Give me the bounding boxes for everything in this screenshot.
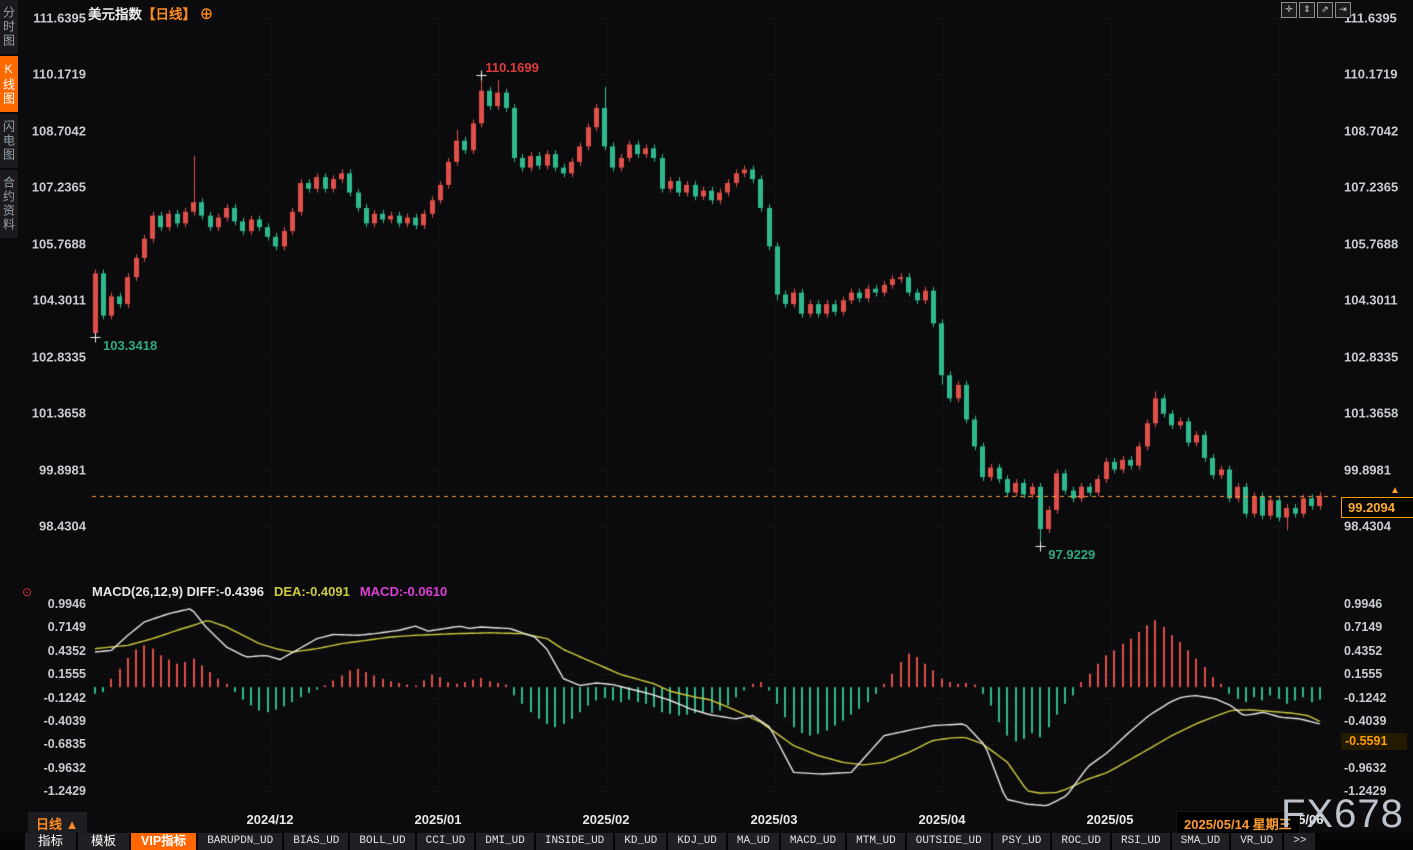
price-axis-tick: 99.8981 (1344, 462, 1413, 477)
macd-settings-icon[interactable]: ⊙ (22, 585, 32, 599)
time-axis-label: 2025/03 (729, 812, 819, 827)
price-axis-tick: 110.1719 (1344, 67, 1413, 82)
sidebar-item-合约资料[interactable]: 合约资料 (0, 170, 18, 238)
price-axis-tick: 111.6395 (1344, 11, 1413, 26)
jump-to-latest-icon[interactable]: ⇥ (1335, 2, 1351, 18)
price-axis-tick: 104.3011 (14, 293, 86, 308)
toolbar-item-CCI_UD[interactable]: CCI_UD (417, 833, 475, 850)
toolbar-item-KDJ_UD[interactable]: KDJ_UD (668, 833, 726, 850)
axis-scale-icon[interactable]: ⇕ (1299, 2, 1315, 18)
price-axis-tick: 108.7042 (1344, 123, 1413, 138)
chart-canvas[interactable] (0, 0, 1413, 850)
auto-scale-icon[interactable]: ⇗ (1317, 2, 1333, 18)
macd-axis-tick: 0.9946 (14, 597, 86, 611)
macd-axis-tick: 0.1555 (14, 667, 86, 681)
period-selector[interactable]: 日线 ▲ (28, 812, 87, 835)
macd-axis-tick: 0.1555 (1344, 667, 1413, 681)
toolbar-item-BARUPDN_UD[interactable]: BARUPDN_UD (198, 833, 282, 850)
toolbar-item-BOLL_UD[interactable]: BOLL_UD (350, 833, 414, 850)
macd-axis-tick: -0.1242 (14, 691, 86, 705)
extreme-annotation: 103.3418 (103, 338, 157, 353)
price-axis-tick: 101.3658 (14, 406, 86, 421)
price-axis-tick: 98.4304 (1344, 519, 1413, 534)
toolbar-item-指标[interactable]: 指标 (25, 833, 76, 850)
toolbar-item-MTM_UD[interactable]: MTM_UD (847, 833, 905, 850)
symbol-name: 美元指数 (88, 7, 142, 22)
macd-macd-value: MACD:-0.0610 (360, 584, 447, 599)
indicator-toolbar: 指标模板VIP指标BARUPDN_UDBIAS_UDBOLL_UDCCI_UDD… (0, 833, 1413, 850)
price-axis-tick: 111.6395 (14, 11, 86, 26)
toolbar-item-模板[interactable]: 模板 (78, 833, 129, 850)
price-axis-tick: 98.4304 (14, 519, 86, 534)
toolbar-item-SMA_UD[interactable]: SMA_UD (1172, 833, 1230, 850)
extreme-annotation: 110.1699 (485, 60, 539, 75)
price-axis-tick: 101.3658 (1344, 406, 1413, 421)
macd-axis-tick: 0.4352 (14, 644, 86, 658)
price-axis-tick: 105.7688 (14, 236, 86, 251)
price-axis-tick: 107.2365 (14, 180, 86, 195)
price-axis-tick: 104.3011 (1344, 293, 1413, 308)
macd-axis-tick: -0.4039 (1344, 714, 1413, 728)
chart-title: 美元指数【日线】 ⊕ (88, 3, 213, 23)
macd-axis-tick: -0.6835 (14, 737, 86, 751)
macd-header: MACD(26,12,9) DIFF:-0.4396 DEA:-0.4091 MAC… (92, 584, 447, 599)
toolbar-item-KD_UD[interactable]: KD_UD (615, 833, 666, 850)
macd-axis-tick: 0.9946 (1344, 597, 1413, 611)
pan-tool-icon[interactable]: ✛ (1281, 2, 1297, 18)
macd-params: MACD(26,12,9) DIFF:-0.4396 (92, 584, 264, 599)
toolbar-item-MACD_UD[interactable]: MACD_UD (781, 833, 845, 850)
sidebar-item-K线图[interactable]: K线图 (0, 56, 18, 112)
time-axis-label: 2025/05 (1065, 812, 1155, 827)
price-axis-tick: 110.1719 (14, 67, 86, 82)
macd-axis-tick: -1.2429 (1344, 784, 1413, 798)
current-price-label: 99.2094 (1341, 497, 1413, 518)
toolbar-item-ROC_UD[interactable]: ROC_UD (1052, 833, 1110, 850)
toolbar-item-RSI_UD[interactable]: RSI_UD (1112, 833, 1170, 850)
toolbar-item-INSIDE_UD[interactable]: INSIDE_UD (536, 833, 613, 850)
macd-axis-tick: -0.9632 (1344, 761, 1413, 775)
price-marker-arrow-icon: ▲ (1390, 486, 1400, 496)
add-indicator-icon[interactable]: ⊕ (200, 7, 214, 22)
sidebar: 分时图 K线图闪电图合约资料 (0, 0, 18, 850)
price-axis-tick: 107.2365 (1344, 180, 1413, 195)
price-axis-tick: 108.7042 (14, 123, 86, 138)
toolbar-item-DMI_UD[interactable]: DMI_UD (476, 833, 534, 850)
macd-axis-tick: 0.4352 (1344, 644, 1413, 658)
toolbar-item->>[interactable]: >> (1284, 833, 1315, 850)
time-axis-label: 2025/02 (561, 812, 651, 827)
macd-axis-tick: 0.7149 (14, 620, 86, 634)
macd-axis-tick: -0.1242 (1344, 691, 1413, 705)
macd-dea-value: DEA:-0.4091 (274, 584, 350, 599)
macd-axis-tick: -0.4039 (14, 714, 86, 728)
macd-axis-tick: -1.2429 (14, 784, 86, 798)
macd-axis-tick: 0.7149 (1344, 620, 1413, 634)
toolbar-item-OUTSIDE_UD[interactable]: OUTSIDE_UD (907, 833, 991, 850)
sidebar-item-闪电图[interactable]: 闪电图 (0, 114, 18, 168)
time-axis-label: 2025/04 (897, 812, 987, 827)
toolbar-item-MA_UD[interactable]: MA_UD (728, 833, 779, 850)
toolbar-item-BIAS_UD[interactable]: BIAS_UD (284, 833, 348, 850)
price-axis-tick: 102.8335 (1344, 349, 1413, 364)
macd-axis-tick: -0.9632 (14, 761, 86, 775)
time-axis-label: 2024/12 (225, 812, 315, 827)
window-toolbar: ✛⇕⇗⇥ (1281, 2, 1351, 18)
price-axis-tick: 102.8335 (14, 349, 86, 364)
extreme-annotation: 97.9229 (1048, 547, 1095, 562)
sidebar-item-分时图[interactable]: 分时图 (0, 0, 18, 54)
macd-crosshair-value-label: -0.5591 (1341, 733, 1407, 750)
toolbar-item-VR_UD[interactable]: VR_UD (1231, 833, 1282, 850)
price-axis-tick: 99.8981 (14, 462, 86, 477)
period-tag[interactable]: 【日线】 (142, 7, 196, 22)
toolbar-item-VIP指标[interactable]: VIP指标 (131, 833, 196, 850)
app-window: 分时图 K线图闪电图合约资料 美元指数【日线】 ⊕ ✛⇕⇗⇥ 111.6395 11… (0, 0, 1413, 850)
price-axis-tick: 105.7688 (1344, 236, 1413, 251)
toolbar-item-PSY_UD[interactable]: PSY_UD (993, 833, 1051, 850)
time-axis-label: 2025/01 (393, 812, 483, 827)
